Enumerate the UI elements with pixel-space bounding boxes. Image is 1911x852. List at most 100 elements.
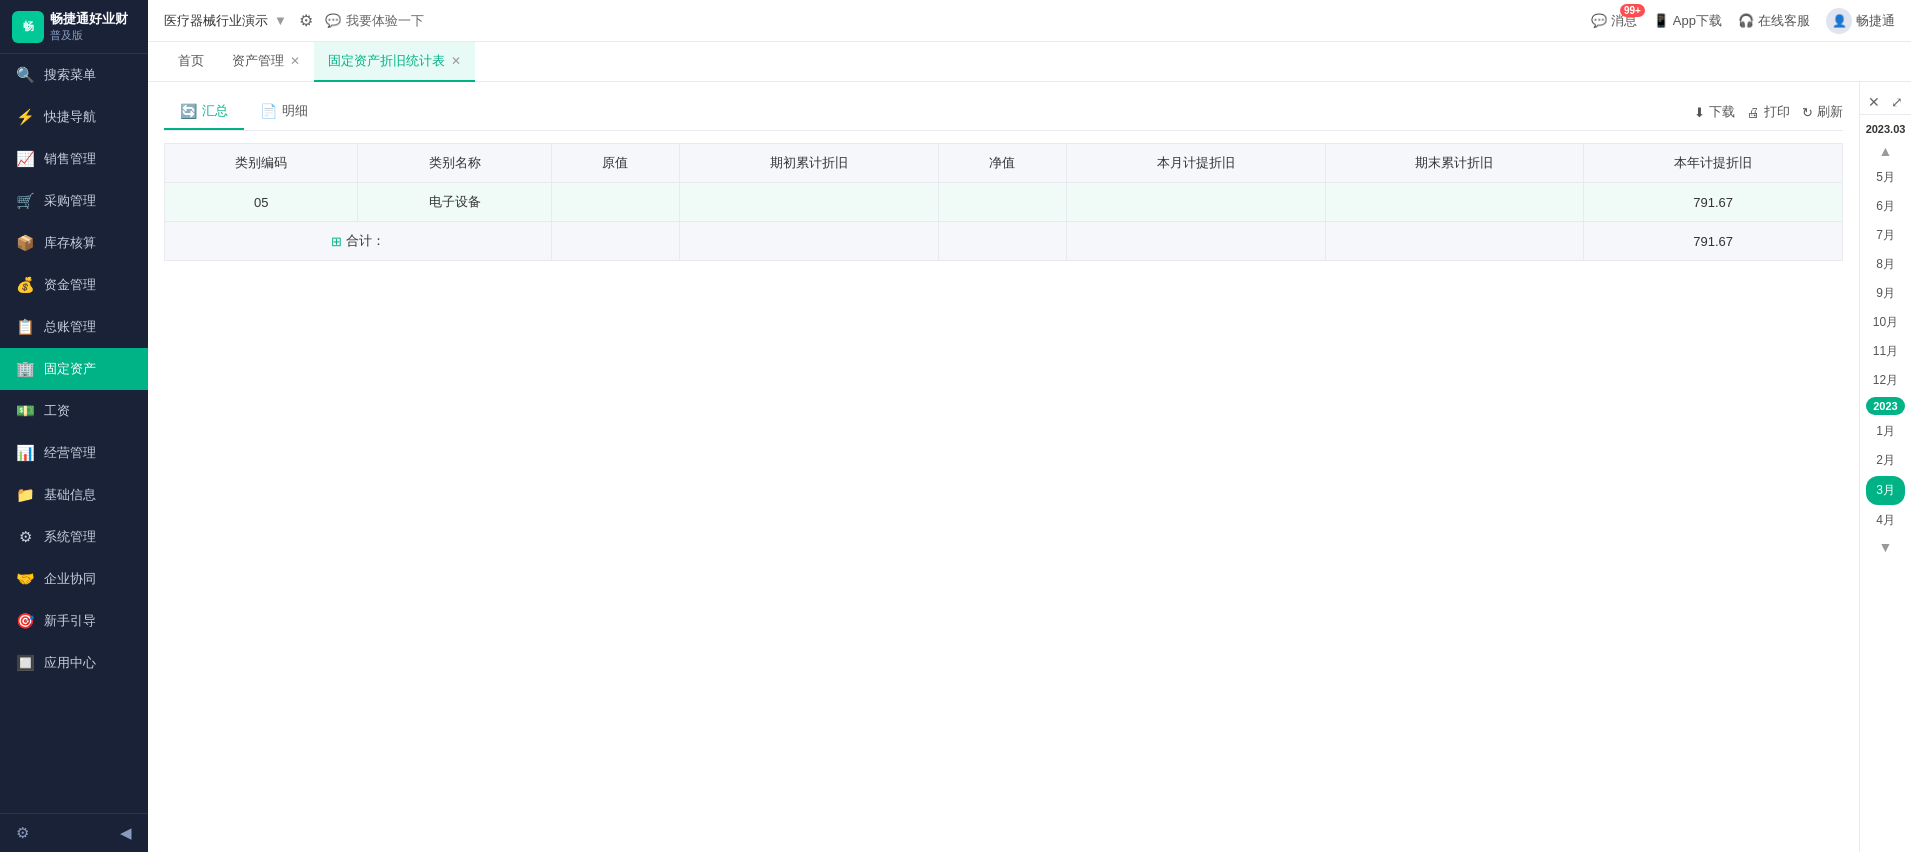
month-item-6[interactable]: 6月 <box>1860 192 1911 221</box>
total-label-cell: ⊞ 合计： <box>165 222 552 261</box>
total-period-end <box>1325 222 1584 261</box>
payroll-icon: 💵 <box>16 402 34 420</box>
month-item-10[interactable]: 10月 <box>1860 308 1911 337</box>
app-download-label: App下载 <box>1673 12 1722 30</box>
col-header-period-end: 期末累计折旧 <box>1325 144 1584 183</box>
tab-depreciation-report[interactable]: 固定资产折旧统计表 ✕ <box>314 42 475 82</box>
ledger-icon: 📋 <box>16 318 34 336</box>
tab-home-label: 首页 <box>178 52 204 70</box>
main-area: 医疗器械行业演示 ▼ ⚙ 💬 我要体验一下 💬 消息 99+ 📱 App下载 🎧… <box>148 0 1911 852</box>
sidebar-collapse-button[interactable]: ◀ <box>120 824 132 842</box>
tab-asset-management[interactable]: 资产管理 ✕ <box>218 42 314 82</box>
month-item-4[interactable]: 4月 <box>1860 506 1911 535</box>
sidebar-item-sales[interactable]: 📈 销售管理 <box>0 138 148 180</box>
sidebar-item-quick-nav[interactable]: ⚡ 快捷导航 <box>0 96 148 138</box>
company-selector[interactable]: 医疗器械行业演示 ▼ <box>164 12 287 30</box>
sidebar-item-basic-info[interactable]: 📁 基础信息 <box>0 474 148 516</box>
sidebar-item-app-center[interactable]: 🔲 应用中心 <box>0 642 148 684</box>
guide-icon: 🎯 <box>16 612 34 630</box>
tab-depreciation-close[interactable]: ✕ <box>451 54 461 68</box>
tabs-bar: 首页 资产管理 ✕ 固定资产折旧统计表 ✕ <box>148 42 1911 82</box>
month-item-3[interactable]: 3月 <box>1866 476 1905 505</box>
panel-close-button[interactable]: ✕ <box>1868 94 1880 110</box>
col-header-name: 类别名称 <box>358 144 551 183</box>
sidebar-item-operations[interactable]: 📊 经营管理 <box>0 432 148 474</box>
quick-nav-icon: ⚡ <box>16 108 34 126</box>
sidebar-logo: 畅 畅捷通好业财 普及版 <box>0 0 148 54</box>
total-original <box>551 222 679 261</box>
fixed-assets-icon: 🏢 <box>16 360 34 378</box>
system-icon: ⚙ <box>16 528 34 546</box>
sidebar-item-fixed-assets[interactable]: 🏢 固定资产 <box>0 348 148 390</box>
experience-label: 我要体验一下 <box>346 12 424 30</box>
basic-info-icon: 📁 <box>16 486 34 504</box>
month-item-2[interactable]: 2月 <box>1860 446 1911 475</box>
cell-annual: 791.67 <box>1584 183 1843 222</box>
month-item-1[interactable]: 1月 <box>1860 417 1911 446</box>
subtab-summary[interactable]: 🔄 汇总 <box>164 94 244 130</box>
col-header-monthly: 本月计提折旧 <box>1066 144 1325 183</box>
customer-service-button[interactable]: 🎧 在线客服 <box>1738 12 1810 30</box>
sidebar-item-system[interactable]: ⚙ 系统管理 <box>0 516 148 558</box>
experience-icon: 💬 <box>325 13 341 28</box>
app-logo-icon: 畅 <box>12 11 44 43</box>
app-download-icon: 📱 <box>1653 13 1669 28</box>
tab-home[interactable]: 首页 <box>164 42 218 82</box>
download-button[interactable]: ⬇ 下载 <box>1694 103 1735 121</box>
sidebar-item-purchase[interactable]: 🛒 采购管理 <box>0 180 148 222</box>
notifications-badge: 99+ <box>1620 4 1645 17</box>
sidebar-item-guide[interactable]: 🎯 新手引导 <box>0 600 148 642</box>
topbar-right: 💬 消息 99+ 📱 App下载 🎧 在线客服 👤 畅捷通 <box>1591 8 1895 34</box>
panel-expand-button[interactable]: ⤢ <box>1891 94 1903 110</box>
month-item-8[interactable]: 8月 <box>1860 250 1911 279</box>
experience-button[interactable]: 💬 我要体验一下 <box>325 12 424 30</box>
col-header-code: 类别编码 <box>165 144 358 183</box>
sidebar-item-label: 采购管理 <box>44 192 96 210</box>
sidebar-item-finance[interactable]: 💰 资金管理 <box>0 264 148 306</box>
app-title: 畅捷通好业财 <box>50 10 128 28</box>
sidebar-item-search[interactable]: 🔍 搜索菜单 <box>0 54 148 96</box>
summary-icon: 🔄 <box>180 103 197 119</box>
print-icon: 🖨 <box>1747 105 1760 120</box>
year-tag-2023: 2023 <box>1866 397 1905 415</box>
sidebar-item-payroll[interactable]: 💵 工资 <box>0 390 148 432</box>
app-download-button[interactable]: 📱 App下载 <box>1653 12 1722 30</box>
refresh-button[interactable]: ↻ 刷新 <box>1802 103 1843 121</box>
topbar-settings-button[interactable]: ⚙ <box>299 11 313 30</box>
subtabs: 🔄 汇总 📄 明细 ⬇ 下载 🖨 打印 <box>164 94 1843 131</box>
total-initial-accum <box>679 222 938 261</box>
sidebar-item-label: 总账管理 <box>44 318 96 336</box>
col-header-initial-accum: 期初累计折旧 <box>679 144 938 183</box>
sidebar-item-inventory[interactable]: 📦 库存核算 <box>0 222 148 264</box>
month-item-9[interactable]: 9月 <box>1860 279 1911 308</box>
cell-name: 电子设备 <box>358 183 551 222</box>
tab-asset-close[interactable]: ✕ <box>290 54 300 68</box>
subtab-detail[interactable]: 📄 明细 <box>244 94 324 130</box>
user-label: 畅捷通 <box>1856 12 1895 30</box>
notifications-button[interactable]: 💬 消息 99+ <box>1591 12 1637 30</box>
cell-initial-accum <box>679 183 938 222</box>
col-header-annual: 本年计提折旧 <box>1584 144 1843 183</box>
cell-original <box>551 183 679 222</box>
col-header-net: 净值 <box>938 144 1066 183</box>
month-item-11[interactable]: 11月 <box>1860 337 1911 366</box>
sidebar-item-ledger[interactable]: 📋 总账管理 <box>0 306 148 348</box>
total-row: ⊞ 合计： 791.67 <box>165 222 1843 261</box>
sidebar-item-enterprise[interactable]: 🤝 企业协同 <box>0 558 148 600</box>
month-item-12[interactable]: 12月 <box>1860 366 1911 395</box>
cell-net <box>938 183 1066 222</box>
print-button[interactable]: 🖨 打印 <box>1747 103 1790 121</box>
download-label: 下载 <box>1709 103 1735 121</box>
panel-prev-button[interactable]: ▲ <box>1875 139 1897 163</box>
sidebar-menu: 🔍 搜索菜单 ⚡ 快捷导航 📈 销售管理 🛒 采购管理 📦 库存核算 💰 资金管… <box>0 54 148 813</box>
sidebar-item-label: 经营管理 <box>44 444 96 462</box>
sidebar-item-label: 系统管理 <box>44 528 96 546</box>
month-item-5[interactable]: 5月 <box>1860 163 1911 192</box>
sidebar-item-label: 销售管理 <box>44 150 96 168</box>
month-item-7[interactable]: 7月 <box>1860 221 1911 250</box>
company-name: 医疗器械行业演示 <box>164 12 268 30</box>
panel-next-button[interactable]: ▼ <box>1875 535 1897 559</box>
subtab-detail-label: 明细 <box>282 102 308 120</box>
sidebar-settings-button[interactable]: ⚙ <box>16 824 29 842</box>
user-menu-button[interactable]: 👤 畅捷通 <box>1826 8 1895 34</box>
